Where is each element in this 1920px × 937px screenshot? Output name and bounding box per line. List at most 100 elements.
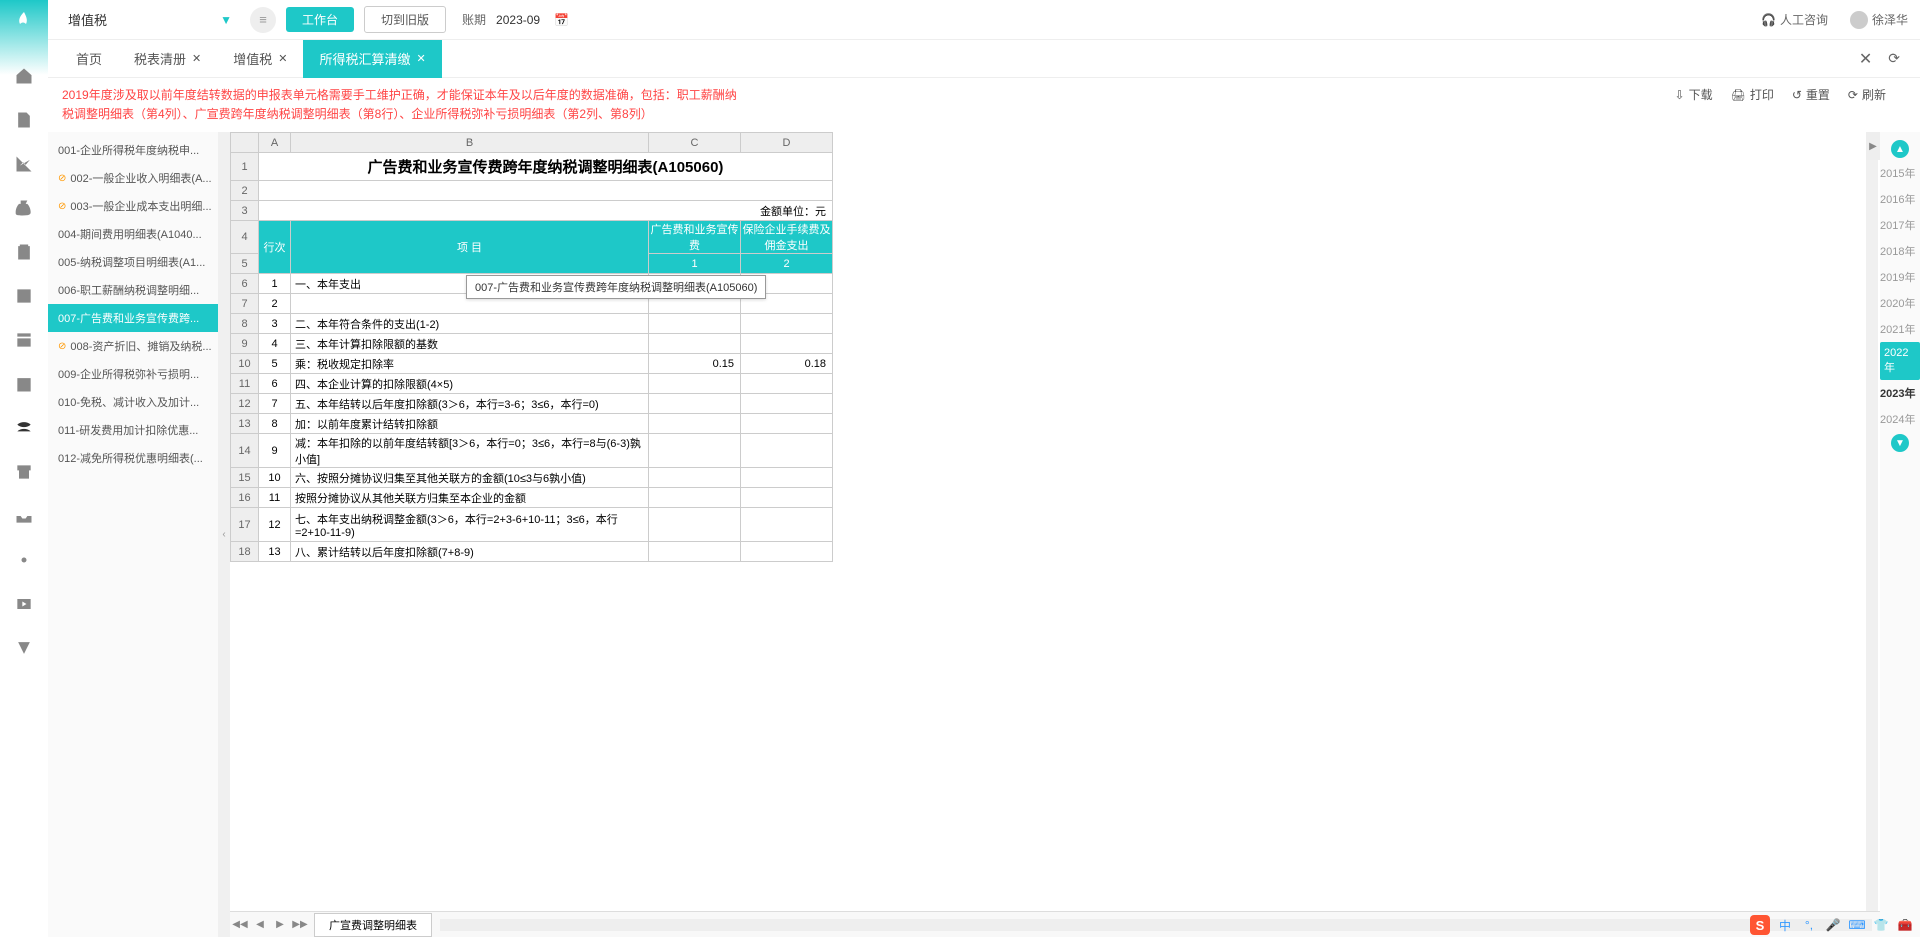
settings-icon[interactable]: [14, 550, 34, 570]
tab-0[interactable]: 首页: [60, 40, 118, 78]
form-list-item[interactable]: 012-减免所得税优惠明细表(...: [48, 444, 218, 472]
form-list-item[interactable]: 009-企业所得税弥补亏损明...: [48, 360, 218, 388]
collapse-panel-handle[interactable]: ‹: [218, 132, 230, 937]
tab-close-icon[interactable]: ✕: [417, 52, 426, 65]
year-item[interactable]: 2021年: [1880, 316, 1920, 342]
cell-value[interactable]: [649, 394, 741, 414]
scroll-down-icon[interactable]: ▼: [1891, 434, 1909, 452]
form-list-item[interactable]: 005-纳税调整项目明细表(A1...: [48, 248, 218, 276]
archive-icon[interactable]: [14, 462, 34, 482]
row-label[interactable]: 乘：税收规定扣除率: [291, 354, 649, 374]
clipboard-icon[interactable]: [14, 242, 34, 262]
row-label[interactable]: 六、按照分摊协议归集至其他关联方的金额(10≤3与6孰小值): [291, 468, 649, 488]
ime-lang-icon[interactable]: 中: [1776, 916, 1794, 934]
ime-mic-icon[interactable]: 🎤: [1824, 916, 1842, 934]
row-number[interactable]: 7: [259, 394, 291, 414]
tab-3[interactable]: 所得税汇算清缴✕: [303, 40, 441, 78]
year-item[interactable]: 2015年: [1880, 160, 1920, 186]
year-item[interactable]: 2024年: [1880, 406, 1920, 432]
calendar-picker-icon[interactable]: 📅: [554, 13, 569, 27]
year-item[interactable]: 2023年: [1880, 380, 1920, 406]
form-list-item[interactable]: ⊘008-资产折旧、摊销及纳税...: [48, 332, 218, 360]
cell-value[interactable]: [649, 488, 741, 508]
horizontal-scrollbar[interactable]: [440, 919, 1872, 931]
cell-value[interactable]: [741, 414, 833, 434]
sheet-tab-active[interactable]: 广宣费调整明细表: [314, 913, 432, 937]
form-list-item[interactable]: ⊘002-一般企业收入明细表(A...: [48, 164, 218, 192]
tab-close-icon[interactable]: ✕: [192, 52, 201, 65]
download-button[interactable]: ⇩下载: [1675, 86, 1713, 103]
cell-value[interactable]: [649, 414, 741, 434]
ime-skin-icon[interactable]: 👕: [1872, 916, 1890, 934]
cell-value[interactable]: [741, 394, 833, 414]
col-header[interactable]: B: [291, 133, 649, 153]
cell-value[interactable]: 0.18: [741, 354, 833, 374]
row-number[interactable]: 9: [259, 434, 291, 468]
row-number[interactable]: 2: [259, 294, 291, 314]
row-number[interactable]: 3: [259, 314, 291, 334]
list-toggle-button[interactable]: ≡: [250, 7, 276, 33]
row-number[interactable]: 1: [259, 274, 291, 294]
user-menu[interactable]: 徐泽华: [1850, 11, 1908, 29]
row-label[interactable]: 二、本年符合条件的支出(1-2): [291, 314, 649, 334]
ime-punct-icon[interactable]: °,: [1800, 916, 1818, 934]
expand-year-rail-handle[interactable]: ▶: [1866, 132, 1880, 160]
sheet-nav-prev-icon[interactable]: ◀: [250, 915, 270, 935]
refresh-button[interactable]: ⟳刷新: [1848, 86, 1886, 103]
form-list-item[interactable]: 004-期间费用明细表(A1040...: [48, 220, 218, 248]
workbench-button[interactable]: 工作台: [286, 7, 354, 32]
cell-value[interactable]: 0.15: [649, 354, 741, 374]
sheet-corner[interactable]: [231, 133, 259, 153]
form-list-item[interactable]: 006-职工薪酬纳税调整明细...: [48, 276, 218, 304]
year-item[interactable]: 2019年: [1880, 264, 1920, 290]
cell-value[interactable]: [649, 542, 741, 562]
cell-value[interactable]: [741, 434, 833, 468]
home-icon[interactable]: [14, 66, 34, 86]
module-dropdown[interactable]: 增值税 ▼: [60, 6, 240, 34]
cell-value[interactable]: [741, 314, 833, 334]
year-item[interactable]: 2020年: [1880, 290, 1920, 316]
ime-badge-icon[interactable]: S: [1750, 915, 1770, 935]
refresh-tabs-icon[interactable]: ⟳: [1880, 50, 1908, 67]
cell-value[interactable]: [741, 334, 833, 354]
form-list-item[interactable]: 010-免税、减计收入及加计...: [48, 388, 218, 416]
col-header[interactable]: A: [259, 133, 291, 153]
form-list-item[interactable]: 011-研发费用加计扣除优惠...: [48, 416, 218, 444]
consult-button[interactable]: 🎧 人工咨询: [1761, 11, 1828, 28]
scroll-up-icon[interactable]: ▲: [1891, 140, 1909, 158]
tax-icon[interactable]: [14, 330, 34, 350]
sheet-nav-first-icon[interactable]: ◀◀: [230, 915, 250, 935]
year-item[interactable]: 2018年: [1880, 238, 1920, 264]
ime-toolbox-icon[interactable]: 🧰: [1896, 916, 1914, 934]
form-list-item[interactable]: 007-广告费和业务宣传费跨...: [48, 304, 218, 332]
row-label[interactable]: 五、本年结转以后年度扣除额(3＞6，本行=3-6；3≤6，本行=0): [291, 394, 649, 414]
tab-2[interactable]: 增值税✕: [217, 40, 303, 78]
row-number[interactable]: 4: [259, 334, 291, 354]
video-icon[interactable]: [14, 594, 34, 614]
reset-button[interactable]: ↺重置: [1792, 86, 1830, 103]
print-button[interactable]: 🖨打印: [1731, 86, 1774, 103]
cell-value[interactable]: [649, 508, 741, 542]
form-list-item[interactable]: ⊘003-一般企业成本支出明细...: [48, 192, 218, 220]
tab-1[interactable]: 税表清册✕: [118, 40, 217, 78]
row-label[interactable]: 七、本年支出纳税调整金额(3＞6，本行=2+3-6+10-11；3≤6，本行=2…: [291, 508, 649, 542]
row-number[interactable]: 11: [259, 488, 291, 508]
row-number[interactable]: 6: [259, 374, 291, 394]
cell-value[interactable]: [741, 542, 833, 562]
active-module-icon[interactable]: [14, 418, 34, 438]
inbox-icon[interactable]: [14, 506, 34, 526]
form-list-item[interactable]: 001-企业所得税年度纳税申...: [48, 136, 218, 164]
v-icon[interactable]: [14, 638, 34, 658]
cell-value[interactable]: [741, 468, 833, 488]
sheet-nav-last-icon[interactable]: ▶▶: [290, 915, 310, 935]
row-number[interactable]: 12: [259, 508, 291, 542]
money-bag-icon[interactable]: [14, 198, 34, 218]
switch-old-button[interactable]: 切到旧版: [364, 6, 446, 33]
cell-value[interactable]: [649, 468, 741, 488]
cell-value[interactable]: [741, 374, 833, 394]
cell-value[interactable]: [741, 508, 833, 542]
row-label[interactable]: 三、本年计算扣除限额的基数: [291, 334, 649, 354]
row-number[interactable]: 8: [259, 414, 291, 434]
vertical-scrollbar[interactable]: [1866, 132, 1878, 911]
chart-icon[interactable]: [14, 154, 34, 174]
